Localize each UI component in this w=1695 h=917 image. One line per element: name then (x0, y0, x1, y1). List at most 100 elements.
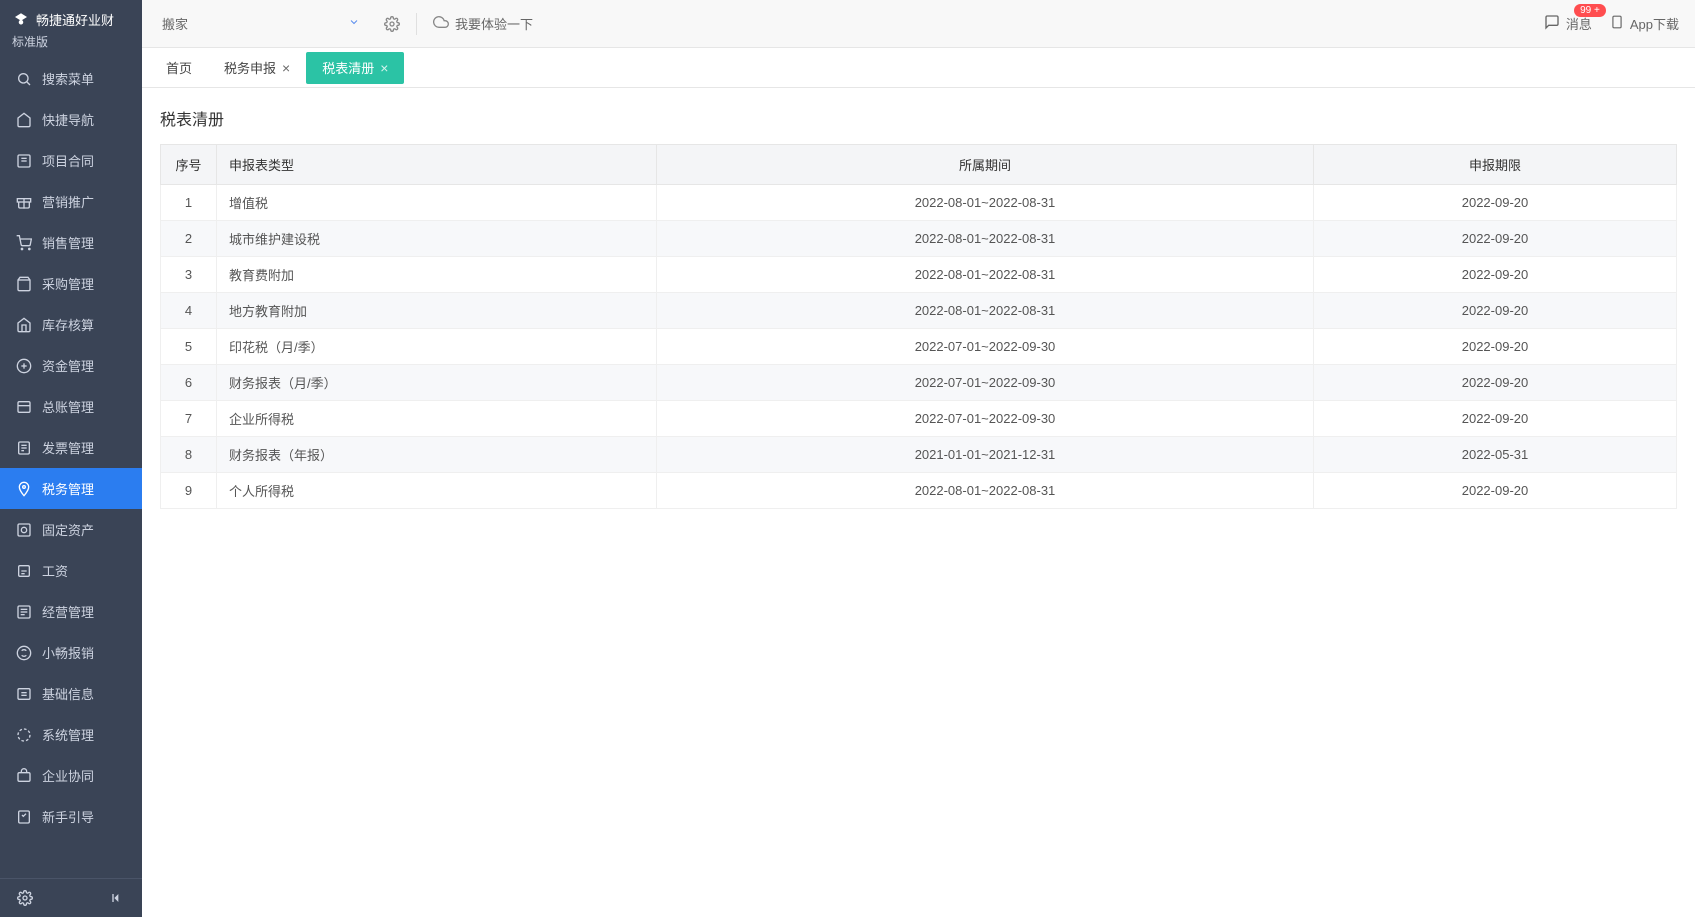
sidebar-item-label: 工资 (42, 561, 68, 580)
table-row[interactable]: 4地方教育附加2022-08-01~2022-08-312022-09-20 (161, 293, 1677, 329)
sidebar-item-business[interactable]: 经营管理 (0, 591, 142, 632)
cell-seq: 6 (161, 365, 217, 401)
sidebar-item-marketing[interactable]: 营销推广 (0, 181, 142, 222)
quick-nav-icon (16, 112, 32, 128)
sidebar-item-ledger[interactable]: 总账管理 (0, 386, 142, 427)
gear-button[interactable] (384, 16, 400, 32)
tab-0[interactable]: 首页 (150, 52, 208, 84)
sidebar-item-label: 营销推广 (42, 192, 94, 211)
tab-label: 税表清册 (322, 58, 374, 77)
table-row[interactable]: 8财务报表（年报）2021-01-01~2021-12-312022-05-31 (161, 437, 1677, 473)
salary-icon (16, 563, 32, 579)
project-contract-icon (16, 153, 32, 169)
sidebar-item-search-menu[interactable]: 搜索菜单 (0, 58, 142, 99)
close-icon[interactable]: × (282, 60, 290, 76)
cell-type: 地方教育附加 (217, 293, 657, 329)
cell-type: 财务报表（年报） (217, 437, 657, 473)
company-select[interactable]: 搬家 (158, 9, 368, 39)
cell-deadline: 2022-05-31 (1313, 437, 1676, 473)
cell-seq: 4 (161, 293, 217, 329)
cell-seq: 3 (161, 257, 217, 293)
sidebar-item-label: 快捷导航 (42, 110, 94, 129)
page-title: 税表清册 (160, 106, 1677, 130)
cell-period: 2022-08-01~2022-08-31 (657, 257, 1314, 293)
cell-period: 2022-08-01~2022-08-31 (657, 185, 1314, 221)
cell-period: 2022-08-01~2022-08-31 (657, 473, 1314, 509)
sidebar-item-label: 库存核算 (42, 315, 94, 334)
sidebar-item-invoice[interactable]: 发票管理 (0, 427, 142, 468)
table-row[interactable]: 2城市维护建设税2022-08-01~2022-08-312022-09-20 (161, 221, 1677, 257)
cell-period: 2022-07-01~2022-09-30 (657, 365, 1314, 401)
table-row[interactable]: 7企业所得税2022-07-01~2022-09-302022-09-20 (161, 401, 1677, 437)
close-icon[interactable]: × (380, 60, 388, 76)
app-download-button[interactable]: App下载 (1610, 14, 1679, 33)
sidebar-item-quick-nav[interactable]: 快捷导航 (0, 99, 142, 140)
cell-seq: 1 (161, 185, 217, 221)
sidebar-item-sales[interactable]: 销售管理 (0, 222, 142, 263)
ledger-icon (16, 399, 32, 415)
message-button[interactable]: 消息 99 + (1544, 14, 1592, 33)
cell-period: 2021-01-01~2021-12-31 (657, 437, 1314, 473)
cell-seq: 9 (161, 473, 217, 509)
cell-deadline: 2022-09-20 (1313, 221, 1676, 257)
sidebar-item-funds[interactable]: 资金管理 (0, 345, 142, 386)
cell-period: 2022-07-01~2022-09-30 (657, 329, 1314, 365)
marketing-icon (16, 194, 32, 210)
cell-type: 个人所得税 (217, 473, 657, 509)
cell-type: 企业所得税 (217, 401, 657, 437)
sidebar-item-salary[interactable]: 工资 (0, 550, 142, 591)
sidebar-item-guide[interactable]: 新手引导 (0, 796, 142, 837)
collapse-icon[interactable] (108, 889, 126, 907)
sidebar-item-label: 销售管理 (42, 233, 94, 252)
sidebar-item-tax[interactable]: 税务管理 (0, 468, 142, 509)
sidebar-item-label: 项目合同 (42, 151, 94, 170)
sidebar-item-system[interactable]: 系统管理 (0, 714, 142, 755)
feedback-button[interactable]: 我要体验一下 (433, 14, 533, 33)
sidebar-item-label: 系统管理 (42, 725, 94, 744)
sidebar-item-label: 固定资产 (42, 520, 94, 539)
sidebar: 畅捷通好业财 标准版 搜索菜单快捷导航项目合同营销推广销售管理采购管理库存核算资… (0, 0, 142, 917)
sales-icon (16, 235, 32, 251)
tab-1[interactable]: 税务申报× (208, 52, 306, 84)
expense-icon (16, 645, 32, 661)
cloud-icon (433, 14, 449, 33)
cell-seq: 8 (161, 437, 217, 473)
table-row[interactable]: 3教育费附加2022-08-01~2022-08-312022-09-20 (161, 257, 1677, 293)
message-icon (1544, 14, 1560, 33)
sidebar-item-label: 税务管理 (42, 479, 94, 498)
cell-seq: 2 (161, 221, 217, 257)
tab-label: 首页 (166, 58, 192, 77)
cell-period: 2022-08-01~2022-08-31 (657, 293, 1314, 329)
sidebar-item-assets[interactable]: 固定资产 (0, 509, 142, 550)
sidebar-item-project-contract[interactable]: 项目合同 (0, 140, 142, 181)
table-row[interactable]: 6财务报表（月/季）2022-07-01~2022-09-302022-09-2… (161, 365, 1677, 401)
th-period: 所属期间 (657, 145, 1314, 185)
chevron-down-icon (348, 16, 360, 31)
tax-table: 序号 申报表类型 所属期间 申报期限 1增值税2022-08-01~2022-0… (160, 144, 1677, 509)
sidebar-item-label: 新手引导 (42, 807, 94, 826)
sidebar-item-collab[interactable]: 企业协同 (0, 755, 142, 796)
th-deadline: 申报期限 (1313, 145, 1676, 185)
table-row[interactable]: 9个人所得税2022-08-01~2022-08-312022-09-20 (161, 473, 1677, 509)
sidebar-item-basic-info[interactable]: 基础信息 (0, 673, 142, 714)
message-badge: 99 + (1574, 4, 1606, 17)
settings-icon[interactable] (16, 889, 34, 907)
table-row[interactable]: 1增值税2022-08-01~2022-08-312022-09-20 (161, 185, 1677, 221)
th-type: 申报表类型 (217, 145, 657, 185)
table-row[interactable]: 5印花税（月/季）2022-07-01~2022-09-302022-09-20 (161, 329, 1677, 365)
sidebar-item-label: 总账管理 (42, 397, 94, 416)
tab-2[interactable]: 税表清册 × (306, 52, 404, 84)
sidebar-item-expense[interactable]: 小畅报销 (0, 632, 142, 673)
collab-icon (16, 768, 32, 784)
sidebar-item-label: 搜索菜单 (42, 69, 94, 88)
cell-deadline: 2022-09-20 (1313, 329, 1676, 365)
cell-type: 增值税 (217, 185, 657, 221)
sidebar-item-purchase[interactable]: 采购管理 (0, 263, 142, 304)
sidebar-item-inventory[interactable]: 库存核算 (0, 304, 142, 345)
cell-period: 2022-08-01~2022-08-31 (657, 221, 1314, 257)
brand-header: 畅捷通好业财 标准版 (0, 0, 142, 58)
system-icon (16, 727, 32, 743)
phone-icon (1610, 15, 1624, 32)
divider (416, 13, 417, 35)
invoice-icon (16, 440, 32, 456)
